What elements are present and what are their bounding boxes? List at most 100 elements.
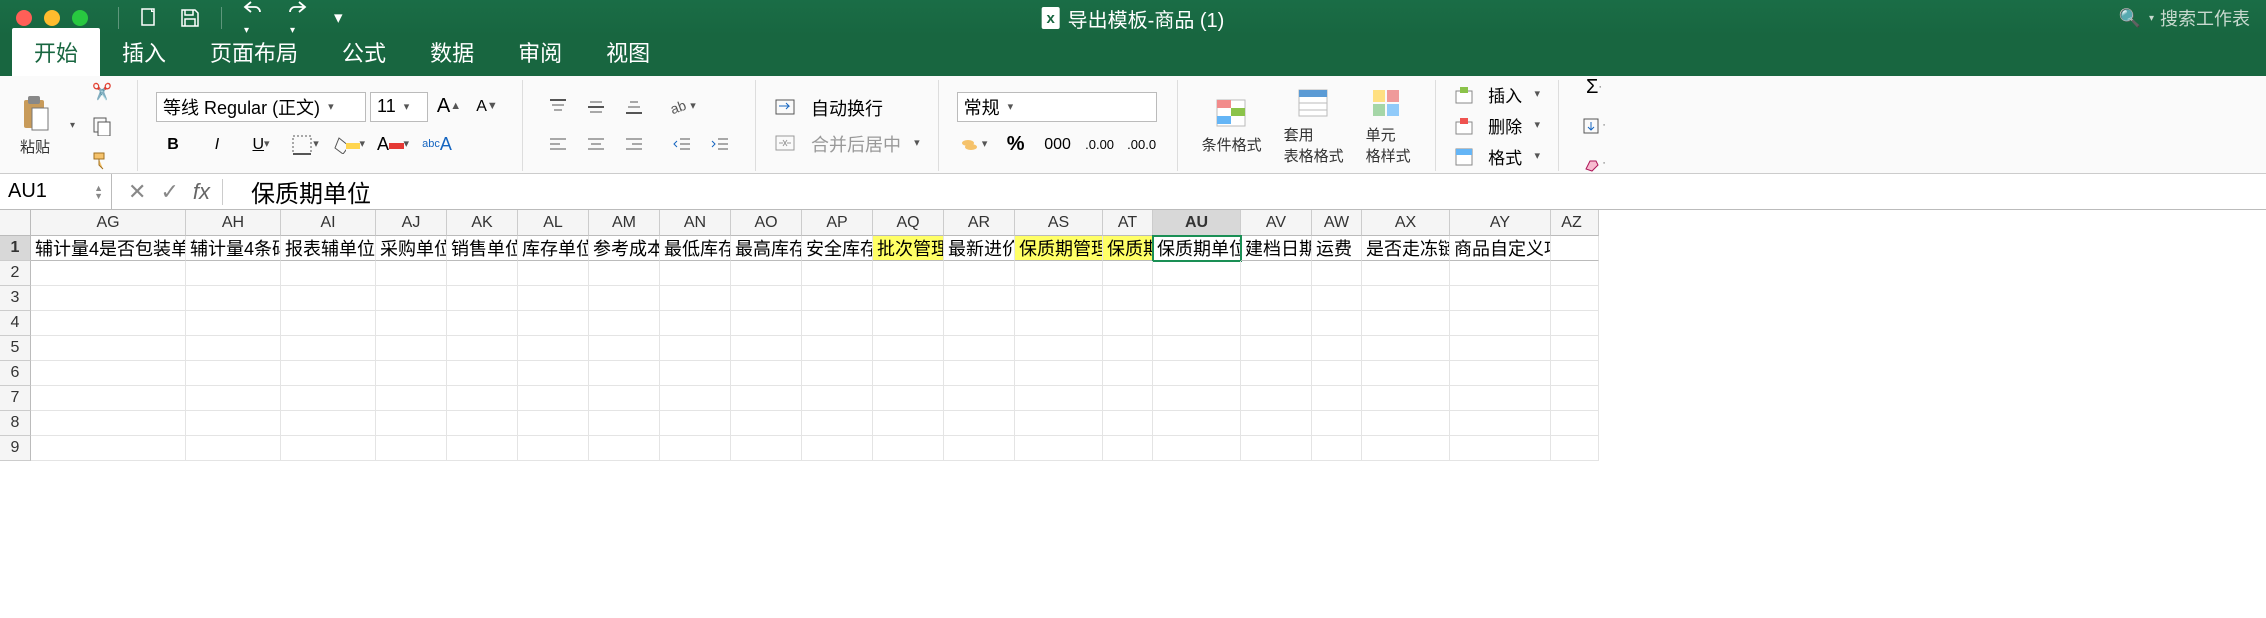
- cell[interactable]: [1015, 436, 1103, 461]
- cell[interactable]: [447, 311, 518, 336]
- wrap-text-button[interactable]: 自动换行: [774, 95, 920, 121]
- cell[interactable]: [944, 411, 1015, 436]
- cell[interactable]: [1362, 411, 1450, 436]
- cell[interactable]: [660, 386, 731, 411]
- row-header[interactable]: 3: [0, 286, 31, 311]
- cell[interactable]: [1103, 411, 1153, 436]
- cell[interactable]: [731, 386, 802, 411]
- cell[interactable]: [1153, 436, 1241, 461]
- cell[interactable]: [281, 386, 376, 411]
- cell[interactable]: [731, 411, 802, 436]
- cell[interactable]: [1312, 436, 1362, 461]
- format-cells-button[interactable]: 格式 ▾: [1454, 144, 1540, 169]
- column-header[interactable]: AY: [1450, 210, 1551, 236]
- cell[interactable]: [660, 361, 731, 386]
- number-format-combo[interactable]: 常规▾: [957, 92, 1157, 122]
- cell[interactable]: [518, 386, 589, 411]
- cell[interactable]: 商品自定义项: [1450, 236, 1551, 261]
- cell[interactable]: [1362, 261, 1450, 286]
- cell[interactable]: [944, 361, 1015, 386]
- merge-center-button[interactable]: 合并后居中 ▾: [774, 131, 920, 157]
- cell[interactable]: [376, 436, 447, 461]
- cell[interactable]: [1362, 336, 1450, 361]
- row-header[interactable]: 1: [0, 236, 31, 261]
- align-bottom-icon[interactable]: [617, 92, 651, 122]
- cell[interactable]: [802, 386, 873, 411]
- cell[interactable]: 参考成本: [589, 236, 660, 261]
- row-header[interactable]: 9: [0, 436, 31, 461]
- column-header[interactable]: AX: [1362, 210, 1450, 236]
- align-top-icon[interactable]: [541, 92, 575, 122]
- cell[interactable]: [376, 386, 447, 411]
- row-header[interactable]: 2: [0, 261, 31, 286]
- save-icon[interactable]: [179, 7, 201, 29]
- cell[interactable]: [944, 336, 1015, 361]
- cell[interactable]: [281, 311, 376, 336]
- cell[interactable]: [1362, 311, 1450, 336]
- cell[interactable]: [802, 261, 873, 286]
- cell[interactable]: [589, 311, 660, 336]
- increase-indent-icon[interactable]: [703, 130, 737, 160]
- cell[interactable]: [660, 311, 731, 336]
- cell[interactable]: [281, 411, 376, 436]
- cell[interactable]: [1153, 261, 1241, 286]
- cell[interactable]: [802, 286, 873, 311]
- phonetic-button[interactable]: abcA: [420, 130, 454, 160]
- cell[interactable]: [731, 361, 802, 386]
- column-header[interactable]: AN: [660, 210, 731, 236]
- cell[interactable]: [31, 286, 186, 311]
- formula-input[interactable]: [239, 178, 2266, 206]
- cell[interactable]: [873, 386, 944, 411]
- cell[interactable]: [1015, 311, 1103, 336]
- cell[interactable]: [1153, 336, 1241, 361]
- cell[interactable]: [1312, 386, 1362, 411]
- cell[interactable]: [589, 261, 660, 286]
- column-header[interactable]: AM: [589, 210, 660, 236]
- cell[interactable]: [731, 261, 802, 286]
- cell[interactable]: [31, 336, 186, 361]
- comma-button[interactable]: 000: [1041, 130, 1075, 160]
- cell[interactable]: [944, 436, 1015, 461]
- align-right-icon[interactable]: [617, 130, 651, 160]
- cell[interactable]: [1241, 311, 1312, 336]
- cell[interactable]: [518, 436, 589, 461]
- cell[interactable]: [802, 311, 873, 336]
- cell[interactable]: 最高库存: [731, 236, 802, 261]
- cell[interactable]: [1551, 286, 1599, 311]
- cell[interactable]: [1241, 261, 1312, 286]
- cell[interactable]: [281, 261, 376, 286]
- cell[interactable]: 建档日期: [1241, 236, 1312, 261]
- cell[interactable]: [447, 286, 518, 311]
- italic-button[interactable]: I: [200, 130, 234, 160]
- cell[interactable]: 采购单位: [376, 236, 447, 261]
- paste-button[interactable]: 粘贴: [12, 92, 58, 159]
- cell[interactable]: [186, 386, 281, 411]
- cell[interactable]: 批次管理: [873, 236, 944, 261]
- cell[interactable]: [1103, 286, 1153, 311]
- cell[interactable]: [518, 336, 589, 361]
- cell[interactable]: [1153, 411, 1241, 436]
- cell[interactable]: [1015, 286, 1103, 311]
- cell[interactable]: [589, 286, 660, 311]
- cell[interactable]: [1450, 386, 1551, 411]
- cell[interactable]: [660, 411, 731, 436]
- cell[interactable]: [944, 311, 1015, 336]
- copy-icon[interactable]: [85, 111, 119, 141]
- cell[interactable]: [944, 386, 1015, 411]
- cell[interactable]: [376, 311, 447, 336]
- align-middle-icon[interactable]: [579, 92, 613, 122]
- cell[interactable]: [1103, 336, 1153, 361]
- close-window[interactable]: [16, 10, 32, 26]
- orientation-icon[interactable]: ab▾: [665, 92, 699, 122]
- cell[interactable]: [1312, 361, 1362, 386]
- cell[interactable]: [1450, 336, 1551, 361]
- cell[interactable]: [447, 361, 518, 386]
- cell[interactable]: [873, 336, 944, 361]
- cell[interactable]: 辅计量4条码: [186, 236, 281, 261]
- cell[interactable]: [1450, 411, 1551, 436]
- cell[interactable]: [1153, 361, 1241, 386]
- cell[interactable]: [518, 361, 589, 386]
- cell[interactable]: [1015, 411, 1103, 436]
- conditional-format-button[interactable]: 条件格式: [1196, 94, 1268, 157]
- cell[interactable]: [281, 436, 376, 461]
